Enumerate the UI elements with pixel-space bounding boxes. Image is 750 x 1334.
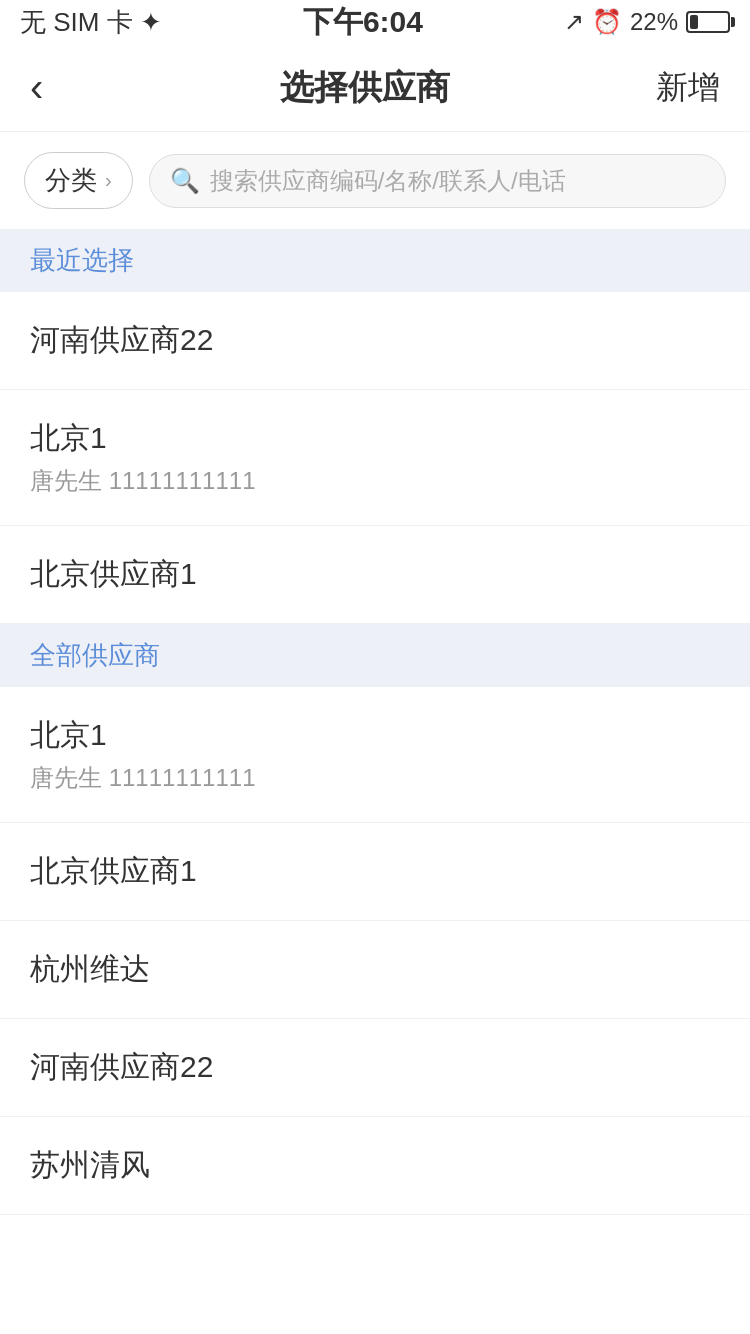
filter-bar: 分类 › 🔍 搜索供应商编码/名称/联系人/电话 [0, 132, 750, 229]
item-name: 河南供应商22 [30, 1047, 720, 1088]
category-filter-button[interactable]: 分类 › [24, 152, 133, 209]
section-header-recent: 最近选择 [0, 229, 750, 292]
item-name: 杭州维达 [30, 949, 720, 990]
battery-percent: 22% [630, 8, 678, 36]
status-right: ↗ ⏰ 22% [564, 8, 730, 36]
list-item[interactable]: 北京供应商1 [0, 526, 750, 624]
item-name: 北京1 [30, 418, 720, 459]
nav-bar: ‹ 选择供应商 新增 [0, 44, 750, 132]
add-button[interactable]: 新增 [640, 66, 720, 110]
list-item[interactable]: 杭州维达 [0, 921, 750, 1019]
search-icon: 🔍 [170, 167, 200, 195]
list-item[interactable]: 河南供应商22 [0, 292, 750, 390]
item-detail: 唐先生 11111111111 [30, 762, 720, 794]
location-icon: ↗ [564, 8, 584, 36]
list-item[interactable]: 北京1 唐先生 11111111111 [0, 687, 750, 823]
search-box[interactable]: 🔍 搜索供应商编码/名称/联系人/电话 [149, 154, 726, 208]
search-placeholder: 搜索供应商编码/名称/联系人/电话 [210, 165, 566, 197]
item-name: 河南供应商22 [30, 320, 720, 361]
status-time: 下午6:04 [303, 2, 423, 43]
item-name: 北京供应商1 [30, 554, 720, 595]
list-item[interactable]: 河南供应商22 [0, 1019, 750, 1117]
list-item[interactable]: 北京1 唐先生 11111111111 [0, 390, 750, 526]
alarm-icon: ⏰ [592, 8, 622, 36]
item-detail: 唐先生 11111111111 [30, 465, 720, 497]
item-name: 苏州清风 [30, 1145, 720, 1186]
page-title: 选择供应商 [280, 65, 450, 111]
no-sim-text: 无 SIM 卡 ✦ [20, 5, 162, 40]
battery-icon [686, 11, 730, 33]
list-item[interactable]: 苏州清风 [0, 1117, 750, 1215]
category-arrow-icon: › [105, 169, 112, 192]
list-item[interactable]: 北京供应商1 [0, 823, 750, 921]
back-button[interactable]: ‹ [30, 65, 90, 110]
section-header-all: 全部供应商 [0, 624, 750, 687]
status-left: 无 SIM 卡 ✦ [20, 5, 162, 40]
item-name: 北京1 [30, 715, 720, 756]
category-label: 分类 [45, 163, 97, 198]
status-bar: 无 SIM 卡 ✦ 下午6:04 ↗ ⏰ 22% [0, 0, 750, 44]
supplier-list: 最近选择河南供应商22 北京1 唐先生 11111111111 北京供应商1 全部供应商… [0, 229, 750, 1215]
item-name: 北京供应商1 [30, 851, 720, 892]
